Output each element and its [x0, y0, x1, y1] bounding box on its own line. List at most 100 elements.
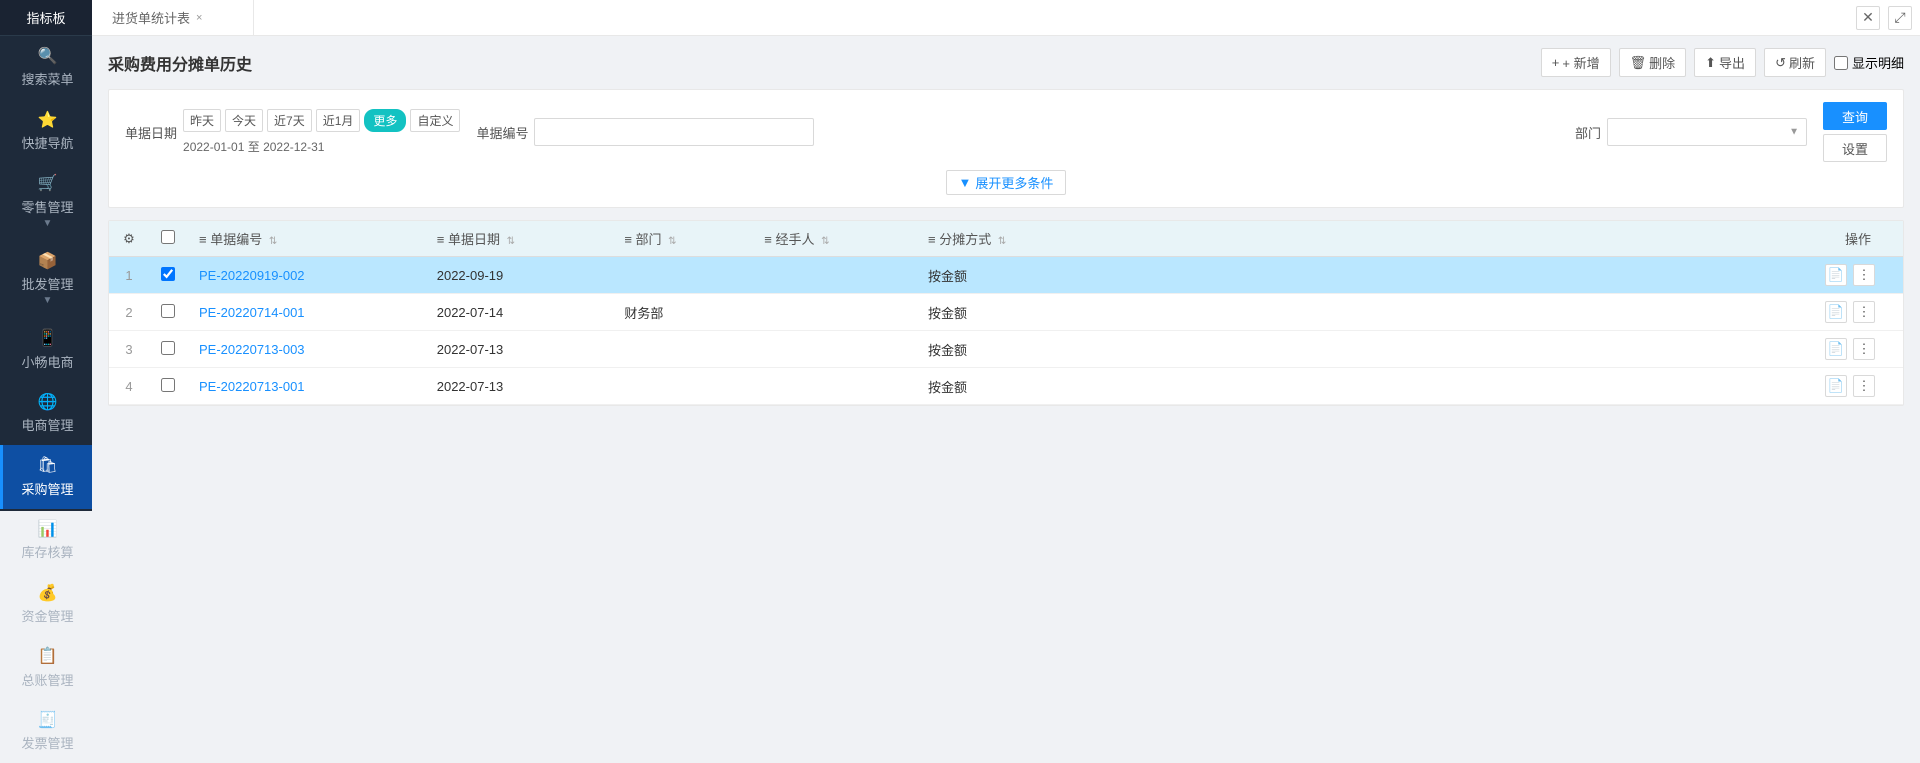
select-all-checkbox[interactable] [161, 230, 175, 244]
retail-icon: 🛒 [38, 173, 58, 195]
page-header: 采购费用分摊单历史 + + 新增 🗑 删除 ⬆ 导出 ↺ 刷新 [108, 48, 1904, 77]
sidebar-item-invoice[interactable]: 🧾 发票管理 [0, 700, 92, 763]
view-button[interactable]: 📄 [1825, 375, 1847, 397]
sort-icon: ⇅ [507, 236, 515, 247]
more-icon: ⋮ [1858, 267, 1871, 283]
view-button[interactable]: 📄 [1825, 264, 1847, 286]
doc-num-link[interactable]: PE-20220713-003 [199, 342, 305, 357]
last7days-btn[interactable]: 近7天 [267, 109, 312, 132]
doc-num-filter: 单据编号 [476, 118, 1559, 146]
more-button[interactable]: ⋮ [1853, 264, 1875, 286]
sidebar-item-wholesale[interactable]: 📦 批发管理 ▼ [0, 241, 92, 319]
row-doc-date: 2022-07-14 [425, 294, 613, 331]
doc-num-input[interactable] [534, 118, 814, 146]
row-dept [612, 368, 752, 405]
tab-bar: 首页 采购订单统计表 × 进货单统计表 × 采购订单执行表 × 采购费用分摊单历… [92, 0, 1920, 36]
sidebar-logo: 指标板 [0, 0, 92, 36]
yesterday-btn[interactable]: 昨天 [183, 109, 221, 132]
th-doc-date: ≡ 单据日期 ⇅ [425, 221, 613, 257]
view-button[interactable]: 📄 [1825, 301, 1847, 323]
sidebar: 指标板 🔍 搜索菜单 ⭐ 快捷导航 🛒 零售管理 ▼ 📦 批发管理 ▼ 📱 小畅… [0, 0, 92, 511]
row-handler [752, 294, 916, 331]
show-detail-checkbox-label: 显示明细 [1834, 53, 1904, 72]
table-header-row: ⚙ ≡ 单据编号 ⇅ ≡ 单据日期 ⇅ [109, 221, 1903, 257]
dept-select-input[interactable] [1607, 118, 1807, 146]
sidebar-item-ecommerce[interactable]: 🌐 电商管理 [0, 382, 92, 446]
doc-num-link[interactable]: PE-20220714-001 [199, 305, 305, 320]
sidebar-item-quick[interactable]: ⭐ 快捷导航 [0, 100, 92, 164]
row-dept: 财务部 [612, 294, 752, 331]
sidebar-item-finance[interactable]: 💰 资金管理 [0, 573, 92, 637]
finance-icon: 💰 [38, 583, 58, 605]
row-number: 3 [109, 331, 149, 368]
more-button[interactable]: ⋮ [1853, 338, 1875, 360]
row-operation: 📄 ⋮ [1813, 257, 1903, 294]
view-button[interactable]: 📄 [1825, 338, 1847, 360]
ledger-icon: 📋 [38, 646, 58, 668]
more-button[interactable]: ⋮ [1853, 301, 1875, 323]
wholesale-icon: 📦 [38, 251, 58, 273]
filter-row: 单据日期 昨天 今天 近7天 近1月 更多 自定义 2022-01-01 至 2… [125, 102, 1887, 162]
page-title: 采购费用分摊单历史 [108, 51, 252, 75]
row-operation: 📄 ⋮ [1813, 294, 1903, 331]
mini-icon: 📱 [38, 328, 58, 350]
doc-num-link[interactable]: PE-20220713-001 [199, 379, 305, 394]
row-checkbox-cell [149, 257, 187, 294]
th-split-method: ≡ 分摊方式 ⇅ [916, 221, 1813, 257]
sidebar-item-mini[interactable]: 📱 小畅电商 [0, 318, 92, 382]
tab-close-icon[interactable]: × [196, 12, 202, 24]
today-btn[interactable]: 今天 [225, 109, 263, 132]
dept-select-wrapper: ▼ [1607, 118, 1807, 146]
th-checkbox [149, 221, 187, 257]
sort-icon: ⇅ [668, 236, 676, 247]
row-checkbox[interactable] [161, 304, 175, 318]
filter-settings-button[interactable]: 设置 [1823, 134, 1887, 162]
export-icon: ⬆ [1705, 55, 1716, 71]
row-split-method: 按金额 [916, 294, 1813, 331]
table-row: 4 PE-20220713-001 2022-07-13 按金额 📄 ⋮ [109, 368, 1903, 405]
row-checkbox[interactable] [161, 267, 175, 281]
more-button[interactable]: ⋮ [1853, 375, 1875, 397]
row-dept [612, 331, 752, 368]
refresh-icon: ↺ [1775, 55, 1786, 71]
custom-btn[interactable]: 自定义 [410, 109, 460, 132]
sidebar-item-purchase[interactable]: 🛍 采购管理 [0, 445, 92, 509]
doc-num-link[interactable]: PE-20220919-002 [199, 268, 305, 283]
delete-icon: 🗑 [1630, 55, 1647, 71]
sort-icon: ⇅ [998, 236, 1006, 247]
page-content: 采购费用分摊单历史 + + 新增 🗑 删除 ⬆ 导出 ↺ 刷新 [92, 36, 1920, 511]
expand-tab-button[interactable]: ⤢ [1888, 6, 1912, 30]
tab-incoming_stats[interactable]: 进货单统计表 × [100, 0, 254, 36]
delete-button[interactable]: 🗑 删除 [1619, 48, 1687, 77]
date-filter-group: 昨天 今天 近7天 近1月 更多 自定义 2022-01-01 至 2022-1… [183, 109, 460, 155]
row-doc-num: PE-20220713-001 [187, 368, 425, 405]
date-buttons: 昨天 今天 近7天 近1月 更多 自定义 [183, 109, 460, 132]
sidebar-item-search[interactable]: 🔍 搜索菜单 [0, 36, 92, 100]
th-handler: ≡ 经手人 ⇅ [752, 221, 916, 257]
sidebar-item-inventory[interactable]: 📊 库存核算 [0, 509, 92, 573]
sidebar-item-label: 采购管理 [21, 481, 73, 499]
row-handler [752, 368, 916, 405]
last1month-btn[interactable]: 近1月 [316, 109, 361, 132]
sidebar-item-label: 库存核算 [21, 544, 73, 562]
row-doc-date: 2022-07-13 [425, 331, 613, 368]
show-detail-checkbox[interactable] [1834, 56, 1848, 70]
sidebar-item-retail[interactable]: 🛒 零售管理 ▼ [0, 163, 92, 241]
expand-more-button[interactable]: ▼ 展开更多条件 [946, 170, 1067, 195]
chevron-down-icon: ▼ [43, 217, 53, 231]
row-operation: 📄 ⋮ [1813, 368, 1903, 405]
refresh-button[interactable]: ↺ 刷新 [1764, 48, 1826, 77]
sort-icon: ⇅ [821, 236, 829, 247]
query-button[interactable]: 查询 [1823, 102, 1887, 130]
sidebar-item-ledger[interactable]: 📋 总账管理 [0, 636, 92, 700]
th-settings[interactable]: ⚙ [109, 221, 149, 257]
row-checkbox-cell [149, 331, 187, 368]
more-btn[interactable]: 更多 [364, 109, 406, 132]
tab-label: 进货单统计表 [112, 8, 190, 27]
row-checkbox[interactable] [161, 378, 175, 392]
more-icon: ⋮ [1858, 304, 1871, 320]
row-checkbox[interactable] [161, 341, 175, 355]
close-tab-button[interactable]: ✕ [1856, 6, 1880, 30]
add-button[interactable]: + + 新增 [1541, 48, 1611, 77]
export-button[interactable]: ⬆ 导出 [1694, 48, 1756, 77]
